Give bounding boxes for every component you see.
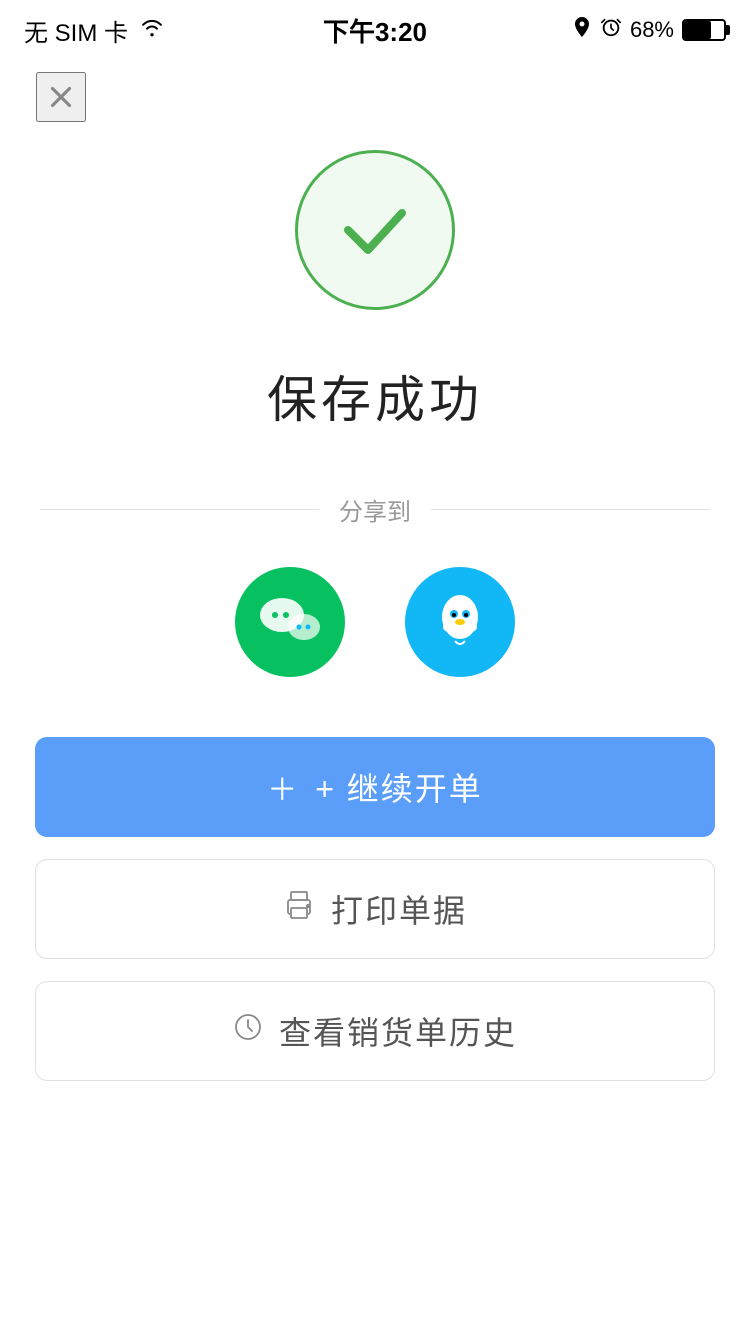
- status-bar: 无 SIM 卡 下午3:20 68%: [0, 0, 750, 60]
- divider-line-left: [40, 509, 319, 510]
- wechat-icon: [256, 593, 324, 651]
- battery-percent: 68%: [630, 17, 674, 43]
- print-button[interactable]: 打印单据: [35, 859, 715, 959]
- carrier-label: 无 SIM 卡: [24, 13, 128, 48]
- status-time: 下午3:20: [323, 12, 427, 49]
- print-label: 打印单据: [331, 886, 467, 932]
- plus-icon: ＋: [267, 765, 299, 809]
- share-label: 分享到: [319, 492, 431, 527]
- continue-order-label: + 继续开单: [315, 764, 483, 810]
- alarm-icon: [600, 16, 622, 44]
- main-content: 保存成功 分享到: [0, 60, 750, 1081]
- battery-icon: [682, 19, 726, 41]
- location-icon: [572, 16, 592, 44]
- success-circle: [295, 150, 455, 310]
- printer-icon: [283, 890, 315, 928]
- share-icons: [235, 567, 515, 677]
- status-left: 无 SIM 卡: [24, 13, 166, 48]
- share-qq-button[interactable]: [405, 567, 515, 677]
- divider-line-right: [431, 509, 710, 510]
- action-buttons: ＋ + 继续开单 打印单据 查看销货单历史: [35, 737, 715, 1081]
- continue-order-button[interactable]: ＋ + 继续开单: [35, 737, 715, 837]
- status-right: 68%: [572, 16, 726, 44]
- close-button[interactable]: [36, 72, 86, 122]
- checkmark-icon: [330, 185, 420, 275]
- success-title: 保存成功: [267, 360, 483, 432]
- share-section: 分享到: [0, 492, 750, 677]
- share-wechat-button[interactable]: [235, 567, 345, 677]
- history-icon: [233, 1012, 263, 1050]
- wifi-icon: [138, 16, 166, 44]
- history-button[interactable]: 查看销货单历史: [35, 981, 715, 1081]
- share-divider: 分享到: [0, 492, 750, 527]
- history-label: 查看销货单历史: [279, 1008, 517, 1054]
- qq-icon: [429, 589, 491, 655]
